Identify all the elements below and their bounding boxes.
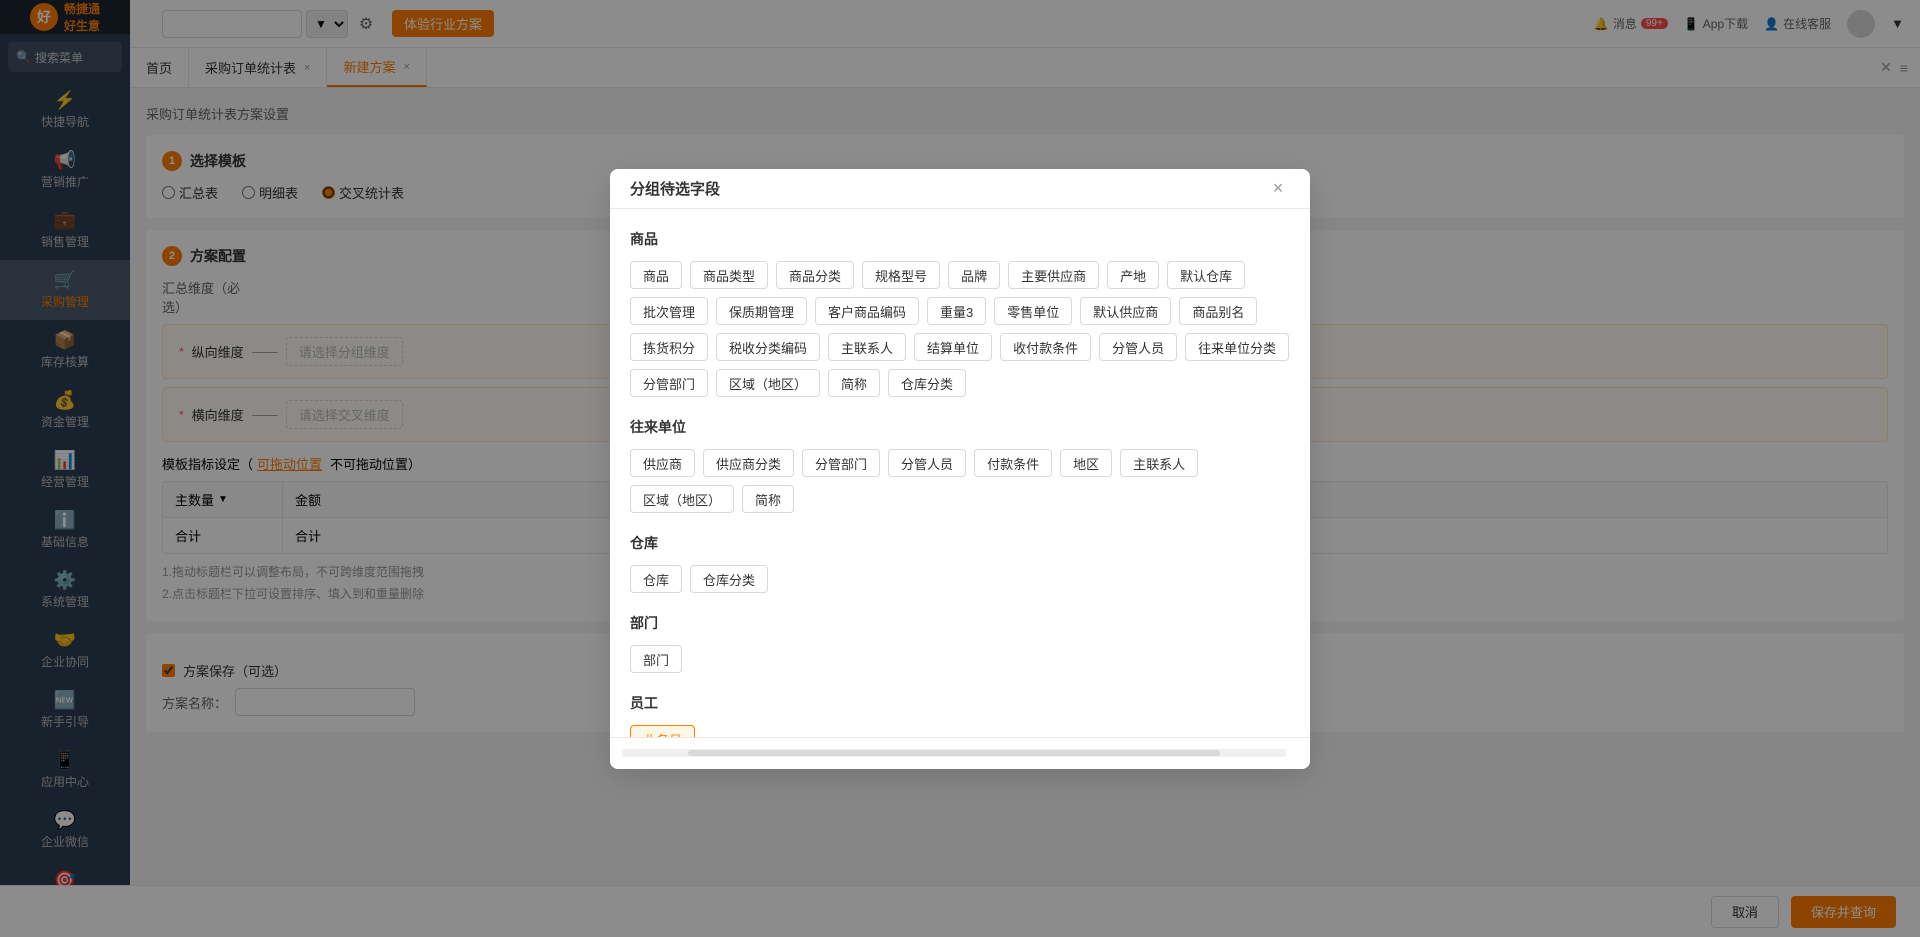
field-tag-0-3[interactable]: 规格型号 — [862, 261, 940, 289]
modal-group-title-2: 仓库 — [630, 533, 1290, 553]
field-tag-0-10[interactable]: 客户商品编码 — [815, 297, 919, 325]
field-tag-0-1[interactable]: 商品类型 — [690, 261, 768, 289]
field-tag-0-24[interactable]: 简称 — [828, 369, 880, 397]
modal-group-tags-4: 业务员 — [630, 725, 1290, 737]
modal-group-tags-0: 商品商品类型商品分类规格型号品牌主要供应商产地默认仓库批次管理保质期管理客户商品… — [630, 261, 1290, 397]
field-tag-1-3[interactable]: 分管人员 — [888, 449, 966, 477]
modal-scrollbar-area — [622, 749, 1286, 757]
modal-group-tags-1: 供应商供应商分类分管部门分管人员付款条件地区主联系人区域（地区） 简称 — [630, 449, 1290, 513]
field-tag-1-0[interactable]: 供应商 — [630, 449, 695, 477]
modal-group-1: 往来单位供应商供应商分类分管部门分管人员付款条件地区主联系人区域（地区） 简称 — [630, 417, 1290, 513]
field-tag-0-5[interactable]: 主要供应商 — [1008, 261, 1099, 289]
field-tag-0-17[interactable]: 主联系人 — [828, 333, 906, 361]
modal-group-title-1: 往来单位 — [630, 417, 1290, 437]
field-tag-0-6[interactable]: 产地 — [1107, 261, 1159, 289]
modal-group-tags-3: 部门 — [630, 645, 1290, 673]
field-tag-0-23[interactable]: 区域（地区） — [716, 369, 820, 397]
modal-group-3: 部门部门 — [630, 613, 1290, 673]
modal-header: 分组待选字段 × — [610, 169, 1310, 210]
field-tag-2-0[interactable]: 仓库 — [630, 565, 682, 593]
field-tag-0-18[interactable]: 结算单位 — [914, 333, 992, 361]
field-tag-0-14[interactable]: 商品别名 — [1179, 297, 1257, 325]
field-tag-0-20[interactable]: 分管人员 — [1099, 333, 1177, 361]
field-tag-1-8[interactable]: 简称 — [742, 485, 794, 513]
modal-title: 分组待选字段 — [630, 178, 720, 199]
modal-group-0: 商品商品商品类型商品分类规格型号品牌主要供应商产地默认仓库批次管理保质期管理客户… — [630, 229, 1290, 397]
field-tag-0-19[interactable]: 收付款条件 — [1000, 333, 1091, 361]
modal-overlay[interactable]: 分组待选字段 × 商品商品商品类型商品分类规格型号品牌主要供应商产地默认仓库批次… — [0, 0, 1920, 937]
horizontal-scrollbar[interactable] — [622, 749, 1286, 757]
field-tag-1-7[interactable]: 区域（地区） — [630, 485, 734, 513]
field-tag-0-25[interactable]: 仓库分类 — [888, 369, 966, 397]
field-tag-0-13[interactable]: 默认供应商 — [1080, 297, 1171, 325]
field-tag-1-4[interactable]: 付款条件 — [974, 449, 1052, 477]
field-tag-3-0[interactable]: 部门 — [630, 645, 682, 673]
modal-group-title-0: 商品 — [630, 229, 1290, 249]
modal: 分组待选字段 × 商品商品商品类型商品分类规格型号品牌主要供应商产地默认仓库批次… — [610, 169, 1310, 769]
modal-group-4: 员工业务员 — [630, 693, 1290, 737]
field-tag-0-15[interactable]: 拣货积分 — [630, 333, 708, 361]
field-tag-0-16[interactable]: 税收分类编码 — [716, 333, 820, 361]
modal-group-tags-2: 仓库仓库分类 — [630, 565, 1290, 593]
field-tag-0-22[interactable]: 分管部门 — [630, 369, 708, 397]
scrollbar-thumb[interactable] — [688, 750, 1219, 756]
modal-group-2: 仓库仓库仓库分类 — [630, 533, 1290, 593]
field-tag-1-2[interactable]: 分管部门 — [802, 449, 880, 477]
field-tag-0-21[interactable]: 往来单位分类 — [1185, 333, 1289, 361]
field-tag-0-9[interactable]: 保质期管理 — [716, 297, 807, 325]
field-tag-2-1[interactable]: 仓库分类 — [690, 565, 768, 593]
field-tag-0-7[interactable]: 默认仓库 — [1167, 261, 1245, 289]
field-tag-0-12[interactable]: 零售单位 — [994, 297, 1072, 325]
field-tag-0-0[interactable]: 商品 — [630, 261, 682, 289]
modal-footer — [610, 737, 1310, 768]
modal-group-title-4: 员工 — [630, 693, 1290, 713]
modal-group-title-3: 部门 — [630, 613, 1290, 633]
field-tag-4-0[interactable]: 业务员 — [630, 725, 695, 737]
field-tag-0-4[interactable]: 品牌 — [948, 261, 1000, 289]
modal-body: 商品商品商品类型商品分类规格型号品牌主要供应商产地默认仓库批次管理保质期管理客户… — [610, 209, 1310, 737]
field-tag-1-1[interactable]: 供应商分类 — [703, 449, 794, 477]
field-tag-1-5[interactable]: 地区 — [1060, 449, 1112, 477]
field-tag-0-8[interactable]: 批次管理 — [630, 297, 708, 325]
field-tag-0-2[interactable]: 商品分类 — [776, 261, 854, 289]
modal-close-button[interactable]: × — [1266, 176, 1290, 200]
field-tag-1-6[interactable]: 主联系人 — [1120, 449, 1198, 477]
field-tag-0-11[interactable]: 重量3 — [927, 297, 986, 325]
